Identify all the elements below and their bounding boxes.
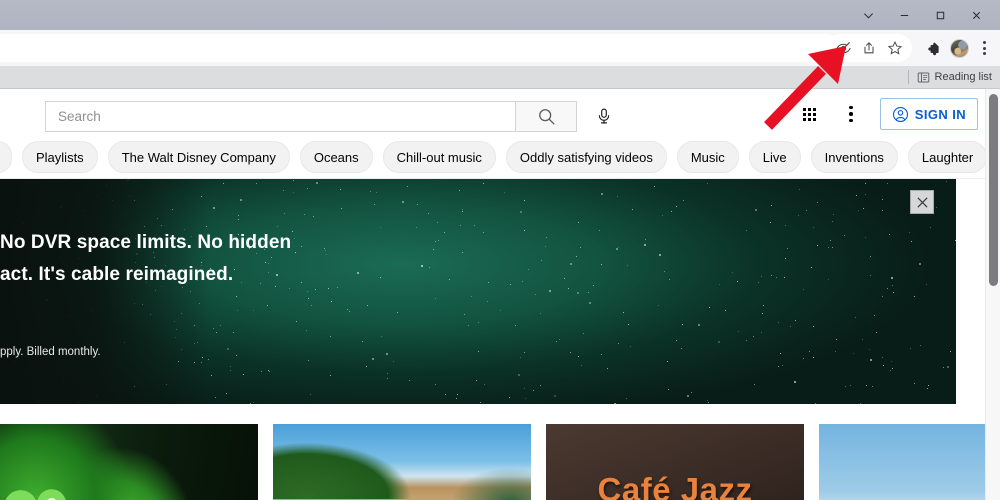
chip-oddly-satisfying-videos[interactable]: Oddly satisfying videos <box>505 141 667 173</box>
banner-headline-line-2: act. It's cable reimagined. <box>0 264 234 285</box>
search-submit-button[interactable] <box>515 100 577 132</box>
search-input-wrapper[interactable] <box>45 100 515 132</box>
chip-laughter[interactable]: Laughter <box>907 141 988 173</box>
banner-headline-line-1: No DVR space limits. No hidden <box>0 232 292 253</box>
chip-walt-disney-company[interactable]: The Walt Disney Company <box>107 141 290 173</box>
chip-music[interactable]: Music <box>676 141 739 173</box>
voice-search-button[interactable] <box>585 97 623 135</box>
annotation-arrow <box>760 36 870 132</box>
chip-oceans[interactable]: Oceans <box>299 141 373 173</box>
video-card-3[interactable]: Café Jazz Live Radio <box>546 424 804 500</box>
search-input[interactable] <box>58 108 515 124</box>
window-titlebar <box>0 0 1000 30</box>
video-card-4[interactable] <box>819 424 1000 500</box>
cafe-jazz-title: Café Jazz <box>597 470 753 500</box>
video-card-2[interactable] <box>273 424 531 500</box>
bookmarks-divider <box>907 70 909 84</box>
promo-banner[interactable]: No DVR space limits. No hidden act. It's… <box>0 179 956 404</box>
video-grid-row: Café Jazz Live Radio <box>0 404 1000 500</box>
profile-avatar[interactable] <box>946 35 972 61</box>
banner-gradient-overlay <box>0 179 210 404</box>
banner-close-icon[interactable] <box>910 190 934 214</box>
scrollbar-thumb[interactable] <box>989 94 998 286</box>
star-icon[interactable] <box>882 35 908 61</box>
reading-list-icon <box>917 71 930 84</box>
sign-in-button[interactable]: SIGN IN <box>879 98 978 130</box>
beach-crowd-thumbnail[interactable] <box>273 424 531 500</box>
sign-in-label: SIGN IN <box>914 106 966 122</box>
reading-list-label: Reading list <box>934 71 992 83</box>
window-maximize-icon[interactable] <box>922 0 958 30</box>
web-page-content: Playlists The Walt Disney Company Oceans… <box>0 89 1000 500</box>
chip-partial-left[interactable] <box>0 141 12 173</box>
topic-chip-bar[interactable]: Playlists The Walt Disney Company Oceans… <box>0 136 1000 179</box>
cafe-jazz-thumbnail[interactable]: Café Jazz Live Radio <box>546 424 804 500</box>
page-scrollbar[interactable] <box>985 89 1000 500</box>
window-restore-down-icon[interactable] <box>850 0 886 30</box>
banner-fine-print: pply. Billed monthly. <box>0 346 101 358</box>
chip-chill-out-music[interactable]: Chill-out music <box>382 141 496 173</box>
window-minimize-icon[interactable] <box>886 0 922 30</box>
reading-list-button[interactable]: Reading list <box>917 71 1000 84</box>
green-creature-thumbnail[interactable] <box>0 424 258 500</box>
search-area <box>45 97 623 135</box>
browser-window: Reading list Playlists The Walt Disney C… <box>0 0 1000 500</box>
chip-playlists[interactable]: Playlists <box>22 141 98 173</box>
window-close-icon[interactable] <box>958 0 994 30</box>
video-card-1[interactable] <box>0 424 258 500</box>
extensions-puzzle-icon[interactable] <box>920 35 946 61</box>
roadside-drive-thumbnail[interactable] <box>819 424 1000 500</box>
chip-inventions[interactable]: Inventions <box>810 141 898 173</box>
account-circle-icon <box>892 106 908 122</box>
banner-headline: No DVR space limits. No hidden act. It's… <box>0 227 520 291</box>
omnibox-region[interactable] <box>0 34 840 62</box>
chip-live[interactable]: Live <box>748 141 801 173</box>
chrome-menu-icon[interactable] <box>972 35 996 61</box>
